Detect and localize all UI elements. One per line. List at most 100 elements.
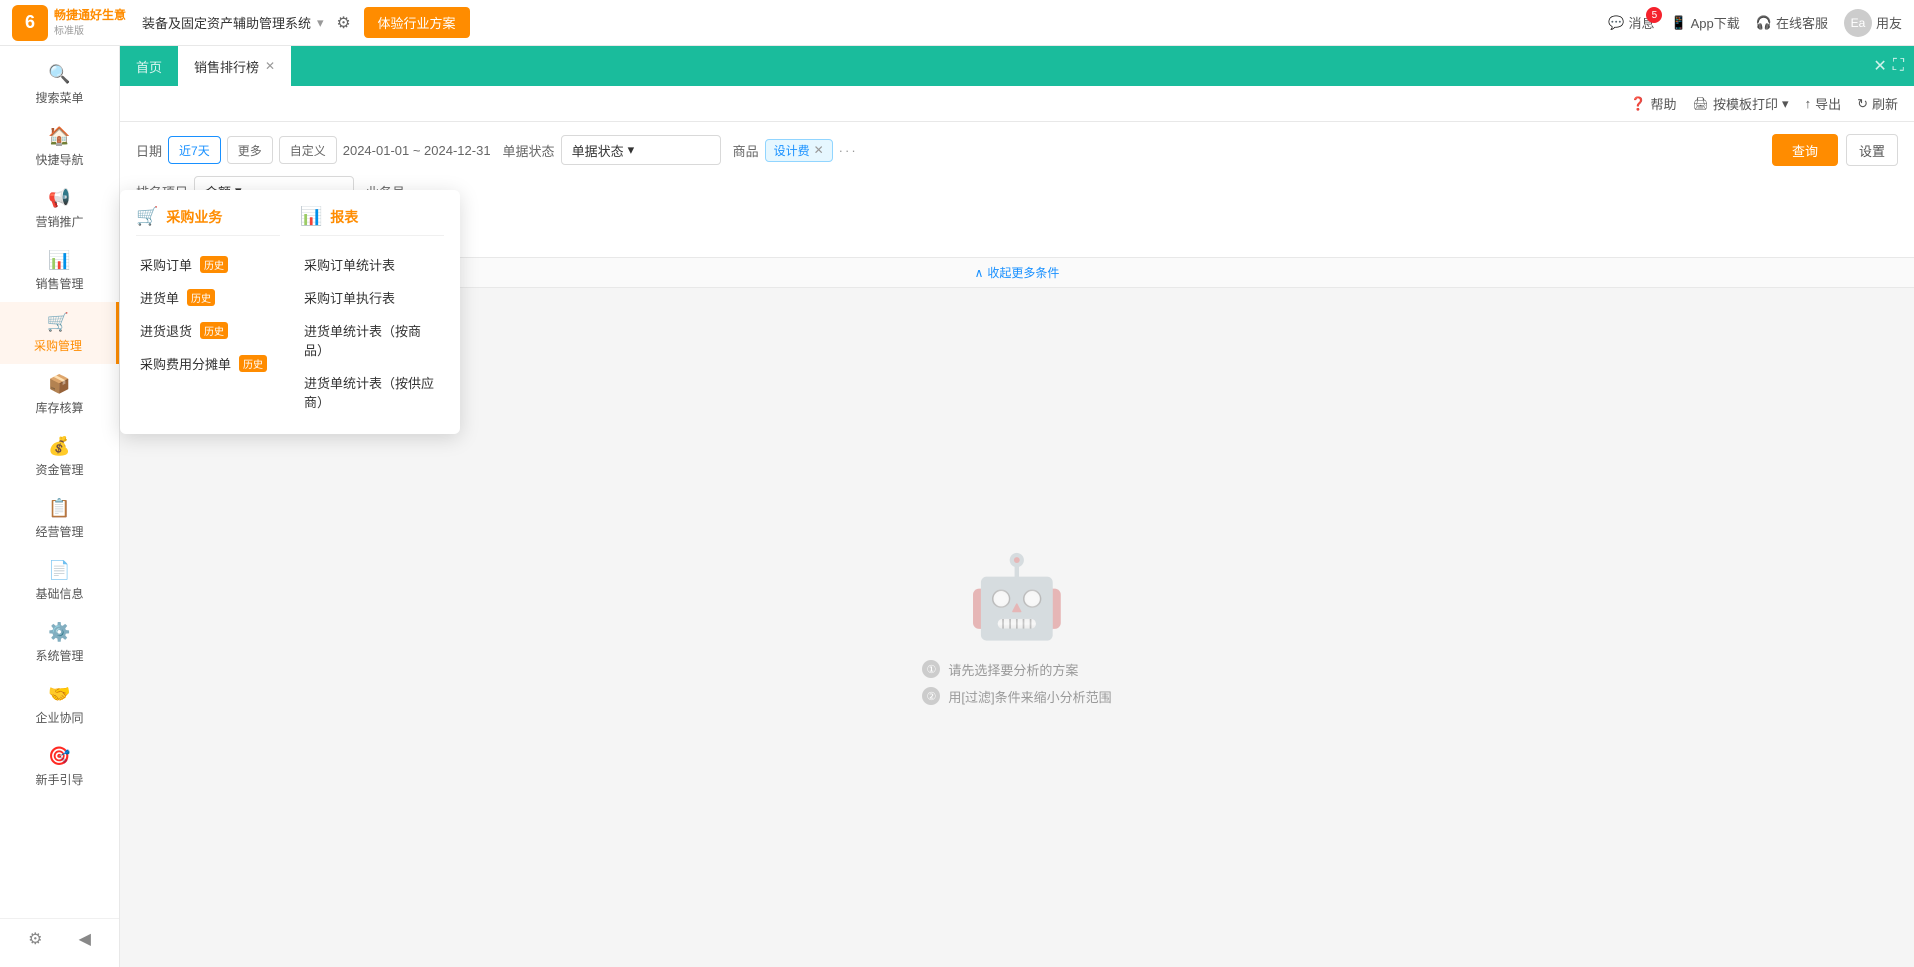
logo-text: 畅捷通好生意 标准版: [54, 8, 126, 37]
logo-icon: 6: [12, 5, 48, 41]
goods-tag-value: 设计费: [774, 142, 810, 159]
tab-close-icon[interactable]: ✕: [265, 59, 275, 73]
settings-button[interactable]: 设置: [1846, 134, 1898, 166]
sidebar: 🔍 搜索菜单 🏠 快捷导航 📢 营销推广 📊 销售管理 🛒 采购管理 📦 库存核…: [0, 46, 120, 967]
tab-sales-rank-label: 销售排行榜: [194, 57, 259, 76]
query-button[interactable]: 查询: [1772, 134, 1838, 166]
sidebar-item-search[interactable]: 🔍 搜索菜单: [0, 54, 119, 116]
print-icon: 🖨: [1693, 96, 1710, 112]
sidebar-item-label: 新手引导: [35, 771, 83, 788]
tab-home-label: 首页: [136, 57, 162, 76]
sidebar-settings-btn[interactable]: ⚙: [28, 929, 42, 949]
logo-title: 畅捷通好生意: [54, 8, 126, 22]
status-select[interactable]: 单据状态 ▾: [561, 135, 721, 165]
sidebar-item-label: 销售管理: [35, 275, 83, 292]
refresh-label: 刷新: [1872, 94, 1898, 113]
tab-expand-btn[interactable]: ⛶: [1893, 57, 1904, 75]
purchase-col: 🛒 采购业务 采购订单 历史 进货单 历史 进货退货 历史 采购费用分摊单 历史: [136, 206, 280, 418]
industry-button[interactable]: 体验行业方案: [364, 7, 470, 38]
print-label: 按模板打印: [1713, 94, 1778, 113]
help-btn[interactable]: ❓ 帮助: [1630, 94, 1676, 113]
sidebar-item-purchase[interactable]: 🛒 采购管理: [0, 302, 119, 364]
sidebar-item-sales[interactable]: 📊 销售管理: [0, 240, 119, 302]
sidebar-item-quicknav[interactable]: 🏠 快捷导航: [0, 116, 119, 178]
sidebar-item-basic[interactable]: 📄 基础信息: [0, 550, 119, 612]
dropdown-item-purchase-order[interactable]: 采购订单 历史: [136, 248, 280, 281]
dropdown-item-order-stats[interactable]: 采购订单统计表: [300, 248, 444, 281]
goods-return-label: 进货退货: [140, 321, 192, 340]
goods-more-dots[interactable]: ···: [839, 143, 858, 158]
history-tag-2: 历史: [187, 289, 215, 306]
settings-icon[interactable]: ⚙: [330, 9, 358, 37]
sidebar-item-finance[interactable]: 💰 资金管理: [0, 426, 119, 488]
user-label: 用友: [1876, 13, 1902, 32]
order-exec-label: 采购订单执行表: [304, 288, 395, 307]
collapse-btn[interactable]: ∧ 收起更多条件: [975, 264, 1060, 281]
purchase-order-label: 采购订单: [140, 255, 192, 274]
export-btn[interactable]: ↑ 导出: [1805, 94, 1842, 113]
topbar-right: 💬 消息 5 📱 App下载 🎧 在线客服 Ea 用友: [1608, 9, 1902, 37]
topbar: 6 畅捷通好生意 标准版 装备及固定资产辅助管理系统 ▾ ⚙ 体验行业方案 💬 …: [0, 0, 1914, 46]
main-layout: 🔍 搜索菜单 🏠 快捷导航 📢 营销推广 📊 销售管理 🛒 采购管理 📦 库存核…: [0, 46, 1914, 967]
dropdown-item-purchase-expense[interactable]: 采购费用分摊单 历史: [136, 347, 280, 380]
purchase-col-title: 采购业务: [166, 207, 222, 227]
empty-tip-2: ② 用[过滤]条件来缩小分析范围: [922, 687, 1111, 706]
print-arrow: ▾: [1782, 96, 1789, 112]
sidebar-item-marketing[interactable]: 📢 营销推广: [0, 178, 119, 240]
tab-close-btn[interactable]: ✕: [1873, 56, 1886, 76]
purchase-col-header: 🛒 采购业务: [136, 206, 280, 236]
date-btn-7days[interactable]: 近7天: [168, 136, 221, 164]
date-btn-more[interactable]: 更多: [227, 136, 273, 164]
date-btn-custom[interactable]: 自定义: [279, 136, 337, 164]
home-icon: 🏠: [48, 126, 70, 147]
collapse-label: 收起更多条件: [987, 264, 1059, 281]
history-tag-3: 历史: [200, 322, 228, 339]
sidebar-item-system[interactable]: ⚙️ 系统管理: [0, 612, 119, 674]
tab-sales-rank[interactable]: 销售排行榜 ✕: [178, 46, 291, 86]
filter-right-actions: 查询 设置: [1772, 134, 1898, 166]
dropdown-item-order-exec[interactable]: 采购订单执行表: [300, 281, 444, 314]
sidebar-item-cooperation[interactable]: 🤝 企业协同: [0, 674, 119, 736]
refresh-btn[interactable]: ↻ 刷新: [1857, 94, 1898, 113]
goods-filter: 商品 设计费 ✕ ···: [733, 139, 858, 162]
report-col-icon: 📊: [300, 206, 322, 227]
date-value: 2024-01-01 ~ 2024-12-31: [343, 143, 491, 158]
inventory-icon: 📦: [48, 374, 70, 395]
history-tag-1: 历史: [200, 256, 228, 273]
system-dropdown-arrow[interactable]: ▾: [317, 15, 324, 31]
sidebar-collapse-btn[interactable]: ◀: [79, 929, 91, 949]
dropdown-item-goods-stats-by-product[interactable]: 进货单统计表（按商品）: [300, 314, 444, 366]
goods-tag: 设计费 ✕: [765, 139, 833, 162]
refresh-icon: ↻: [1857, 96, 1868, 112]
app-download-btn[interactable]: 📱 App下载: [1670, 13, 1739, 32]
status-select-value: 单据状态: [572, 141, 624, 160]
sidebar-item-inventory[interactable]: 📦 库存核算: [0, 364, 119, 426]
dropdown-item-goods-receipt[interactable]: 进货单 历史: [136, 281, 280, 314]
logo-sub: 标准版: [54, 22, 126, 37]
date-filter: 日期 近7天 更多 自定义 2024-01-01 ~ 2024-12-31: [136, 136, 491, 164]
date-label: 日期: [136, 141, 162, 160]
help-icon: ❓: [1630, 96, 1646, 112]
status-filter: 单据状态 单据状态 ▾: [503, 135, 721, 165]
sales-icon: 📊: [48, 250, 70, 271]
sidebar-item-guide[interactable]: 🎯 新手引导: [0, 736, 119, 798]
tab-home[interactable]: 首页: [120, 46, 178, 86]
report-col-header: 📊 报表: [300, 206, 444, 236]
user-btn[interactable]: Ea 用友: [1844, 9, 1902, 37]
sidebar-bottom: ⚙ ◀: [0, 918, 119, 959]
dropdown-item-goods-stats-by-supplier[interactable]: 进货单统计表（按供应商）: [300, 366, 444, 418]
filter-row-1: 日期 近7天 更多 自定义 2024-01-01 ~ 2024-12-31 单据…: [136, 134, 1898, 166]
export-label: 导出: [1815, 94, 1841, 113]
sidebar-item-operation[interactable]: 📋 经营管理: [0, 488, 119, 550]
message-btn[interactable]: 💬 消息 5: [1608, 13, 1654, 32]
print-btn[interactable]: 🖨 按模板打印 ▾: [1693, 94, 1789, 113]
dropdown-item-goods-return[interactable]: 进货退货 历史: [136, 314, 280, 347]
goods-tag-close[interactable]: ✕: [814, 143, 824, 157]
date-range: 近7天 更多 自定义 2024-01-01 ~ 2024-12-31: [168, 136, 491, 164]
sidebar-item-label: 营销推广: [35, 213, 83, 230]
sidebar-item-label: 资金管理: [35, 461, 83, 478]
system-icon: ⚙️: [48, 622, 70, 643]
online-service-btn[interactable]: 🎧 在线客服: [1756, 13, 1828, 32]
logo: 6 畅捷通好生意 标准版: [12, 5, 132, 41]
sidebar-item-label: 基础信息: [35, 585, 83, 602]
